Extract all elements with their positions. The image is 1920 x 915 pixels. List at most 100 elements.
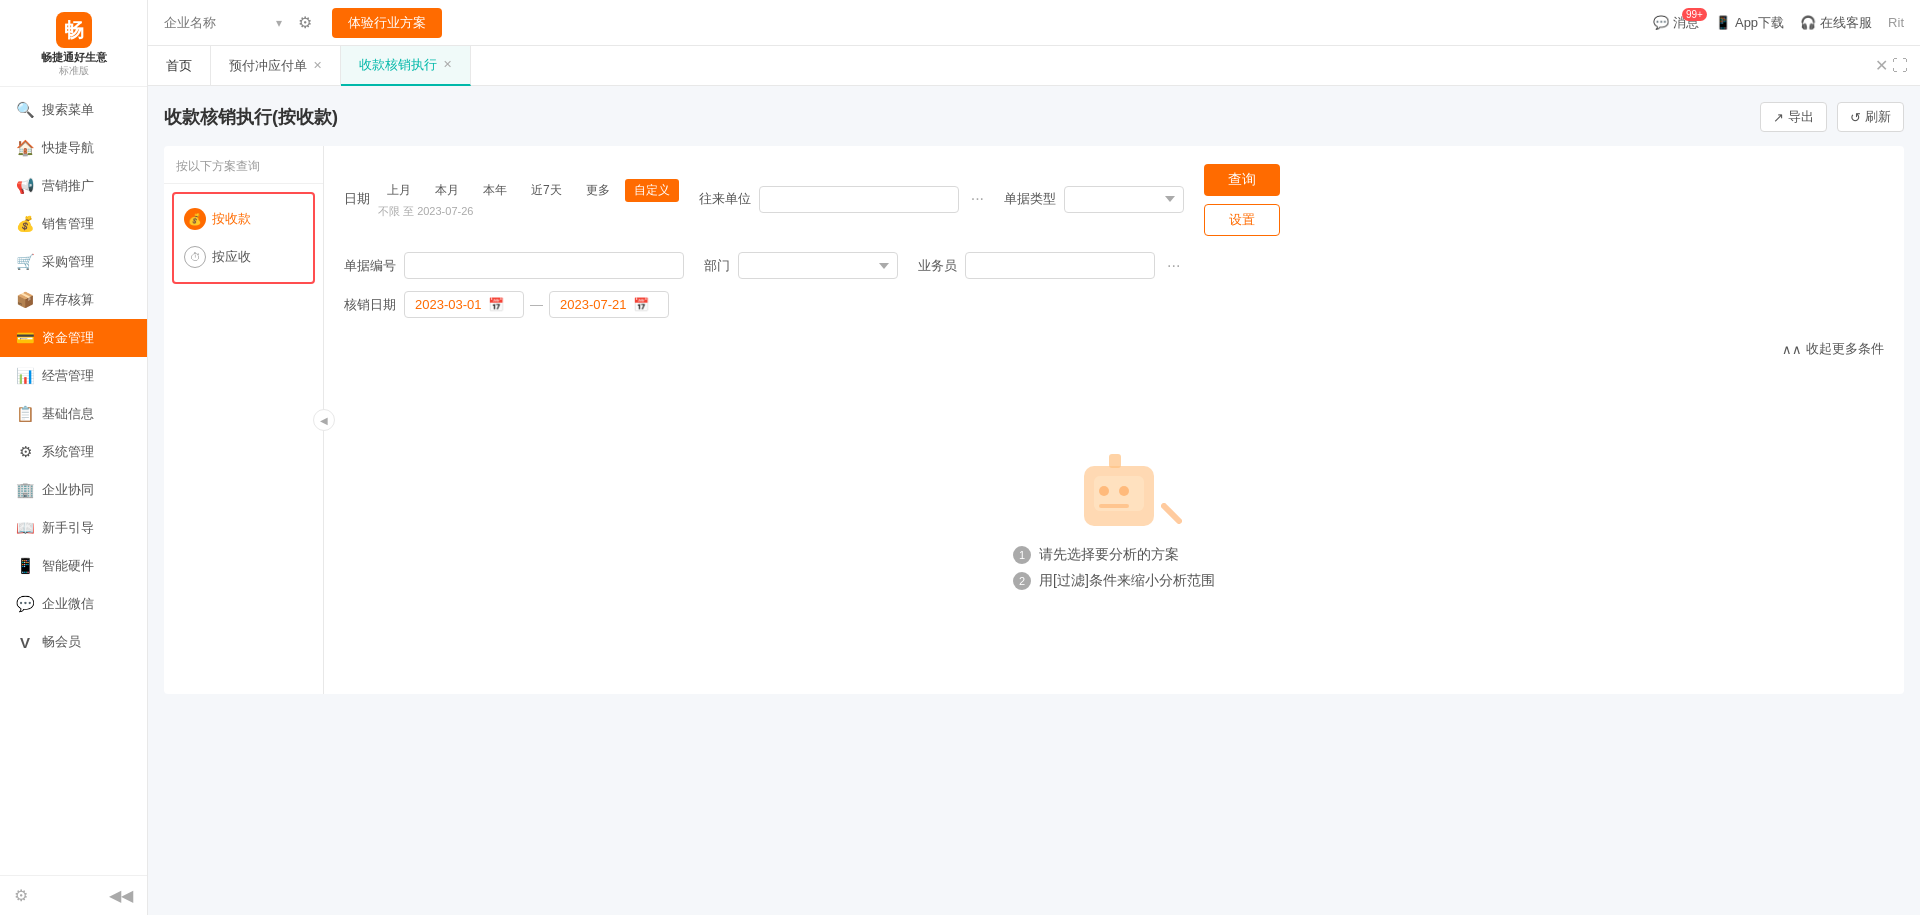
verify-date-label: 核销日期 (344, 296, 396, 314)
sidebar-item-shortcuts[interactable]: 🏠 快捷导航 (0, 129, 147, 167)
tab-home[interactable]: 首页 (148, 46, 211, 86)
operations-icon: 📊 (16, 367, 34, 385)
date-btn-last-month[interactable]: 上月 (378, 179, 420, 202)
date-btn-custom[interactable]: 自定义 (625, 179, 679, 202)
main-area: ▾ ⚙ 体验行业方案 💬 消息 99+ 📱 App下载 🎧 在线客服 Rit 首… (148, 0, 1920, 915)
sidebar-item-member[interactable]: V 畅会员 (0, 623, 147, 661)
close-tab-icon[interactable]: ✕ (1875, 56, 1888, 75)
sidebar-item-label: 销售管理 (42, 215, 94, 233)
sidebar-item-newbie[interactable]: 📖 新手引导 (0, 509, 147, 547)
by-receipt-label: 按收款 (212, 210, 251, 228)
settings-button[interactable]: 设置 (1204, 204, 1280, 236)
sidebar-item-label: 采购管理 (42, 253, 94, 271)
sidebar-item-system[interactable]: ⚙ 系统管理 (0, 433, 147, 471)
date-btn-7days[interactable]: 近7天 (522, 179, 571, 202)
sidebar-item-purchase[interactable]: 🛒 采购管理 (0, 243, 147, 281)
chevron-up-icon: ∧∧ (1782, 342, 1802, 357)
page-header: 收款核销执行(按收款) ↗ 导出 ↺ 刷新 (164, 102, 1904, 132)
staff-label: 业务员 (918, 257, 957, 275)
sidebar-item-inventory[interactable]: 📦 库存核算 (0, 281, 147, 319)
refresh-button[interactable]: ↺ 刷新 (1837, 102, 1904, 132)
sidebar-item-hardware[interactable]: 📱 智能硬件 (0, 547, 147, 585)
empty-hints: 1 请先选择要分析的方案 2 用[过滤]条件来缩小分析范围 (1013, 546, 1215, 598)
expand-tab-icon[interactable]: ⛶ (1892, 57, 1908, 75)
bill-no-input[interactable] (404, 252, 684, 279)
sidebar-item-label: 系统管理 (42, 443, 94, 461)
verify-date-to-input[interactable]: 2023-07-21 📅 (549, 291, 669, 318)
counterparty-input[interactable] (759, 186, 959, 213)
staff-input[interactable] (965, 252, 1155, 279)
message-button[interactable]: 💬 消息 99+ (1653, 14, 1699, 32)
filter-row-1: 日期 上月 本月 本年 近7天 更多 自定义 (344, 162, 1884, 236)
filter-group-dept: 部门 (704, 252, 898, 279)
online-service-label: 在线客服 (1820, 14, 1872, 32)
topbar-right: 💬 消息 99+ 📱 App下载 🎧 在线客服 Rit (1653, 14, 1904, 32)
sidebar-item-search[interactable]: 🔍 搜索菜单 (0, 91, 147, 129)
svg-point-2 (1099, 486, 1109, 496)
empty-state-icon (1064, 446, 1164, 526)
sidebar-item-label: 畅会员 (42, 633, 81, 651)
date-buttons: 上月 本月 本年 近7天 更多 自定义 (378, 179, 679, 202)
solution-button[interactable]: 体验行业方案 (332, 8, 442, 38)
date-no-limit-text: 不限 至 2023-07-26 (378, 204, 679, 219)
tab-receipts[interactable]: 收款核销执行 ✕ (341, 46, 471, 86)
system-icon: ⚙ (16, 443, 34, 461)
tab-prepay-close[interactable]: ✕ (313, 59, 322, 72)
collapse-conditions-button[interactable]: ∧∧ 收起更多条件 (344, 334, 1884, 366)
chevron-down-icon[interactable]: ▾ (276, 16, 282, 30)
settings-bottom-icon[interactable]: ⚙ (14, 886, 28, 905)
app-download-link[interactable]: 📱 App下载 (1715, 14, 1784, 32)
svg-rect-4 (1099, 504, 1129, 508)
dept-select[interactable] (738, 252, 898, 279)
sidebar-item-finance[interactable]: 💳 资金管理 (0, 319, 147, 357)
sidebar-logo: 畅 畅捷通好生意 标准版 (0, 0, 147, 87)
counterparty-dots[interactable]: ··· (971, 190, 984, 208)
search-icon: 🔍 (16, 101, 34, 119)
date-separator: — (530, 297, 543, 312)
sidebar-item-marketing[interactable]: 📢 营销推广 (0, 167, 147, 205)
tab-prepay[interactable]: 预付冲应付单 ✕ (211, 46, 341, 86)
filter-group-verify-date: 核销日期 2023-03-01 📅 — 2023-07-21 (344, 291, 669, 318)
collapse-panel-button[interactable]: ◀ (313, 409, 335, 431)
query-button[interactable]: 查询 (1204, 164, 1280, 196)
user-profile[interactable]: Rit (1888, 15, 1904, 30)
sidebar: 畅 畅捷通好生意 标准版 🔍 搜索菜单 🏠 快捷导航 📢 营销推广 💰 销售管理… (0, 0, 148, 915)
query-item-by-receivable[interactable]: ⏱ 按应收 (174, 238, 313, 276)
empty-hint-2: 2 用[过滤]条件来缩小分析范围 (1013, 572, 1215, 590)
tab-receipts-close[interactable]: ✕ (443, 58, 452, 71)
marketing-icon: 📢 (16, 177, 34, 195)
export-button[interactable]: ↗ 导出 (1760, 102, 1827, 132)
empty-state: 1 请先选择要分析的方案 2 用[过滤]条件来缩小分析范围 (344, 366, 1884, 678)
sidebar-item-operations[interactable]: 📊 经营管理 (0, 357, 147, 395)
sidebar-item-label: 新手引导 (42, 519, 94, 537)
gear-icon[interactable]: ⚙ (298, 13, 312, 32)
phone-icon: 📱 (1715, 15, 1731, 30)
tabbar: 首页 预付冲应付单 ✕ 收款核销执行 ✕ ✕ ⛶ (148, 46, 1920, 86)
staff-dots[interactable]: ··· (1167, 257, 1180, 275)
sidebar-item-enterprise[interactable]: 🏢 企业协同 (0, 471, 147, 509)
receivable-icon-circle: ⏱ (184, 246, 206, 268)
filter-group-staff: 业务员 ··· (918, 252, 1180, 279)
left-panel-title: 按以下方案查询 (164, 158, 323, 184)
sidebar-item-wechat[interactable]: 💬 企业微信 (0, 585, 147, 623)
sidebar-item-sales[interactable]: 💰 销售管理 (0, 205, 147, 243)
receipt-icon-circle: 💰 (184, 208, 206, 230)
date-btn-more[interactable]: 更多 (577, 179, 619, 202)
brand-input[interactable] (164, 15, 264, 30)
collapse-sidebar-icon[interactable]: ◀◀ (109, 886, 133, 905)
date-btn-this-month[interactable]: 本月 (426, 179, 468, 202)
bill-type-select[interactable] (1064, 186, 1184, 213)
sidebar-item-basic[interactable]: 📋 基础信息 (0, 395, 147, 433)
export-icon: ↗ (1773, 110, 1784, 125)
hint-num-1: 1 (1013, 546, 1031, 564)
online-service-link[interactable]: 🎧 在线客服 (1800, 14, 1872, 32)
sidebar-item-label: 企业协同 (42, 481, 94, 499)
filter-group-counterparty: 往来单位 ··· (699, 186, 984, 213)
tab-prepay-label: 预付冲应付单 (229, 57, 307, 75)
finance-icon: 💳 (16, 329, 34, 347)
verify-date-from-input[interactable]: 2023-03-01 📅 (404, 291, 524, 318)
sidebar-nav: 🔍 搜索菜单 🏠 快捷导航 📢 营销推广 💰 销售管理 🛒 采购管理 📦 库存核… (0, 87, 147, 875)
newbie-icon: 📖 (16, 519, 34, 537)
query-item-by-receipt[interactable]: 💰 按收款 (174, 200, 313, 238)
date-btn-this-year[interactable]: 本年 (474, 179, 516, 202)
